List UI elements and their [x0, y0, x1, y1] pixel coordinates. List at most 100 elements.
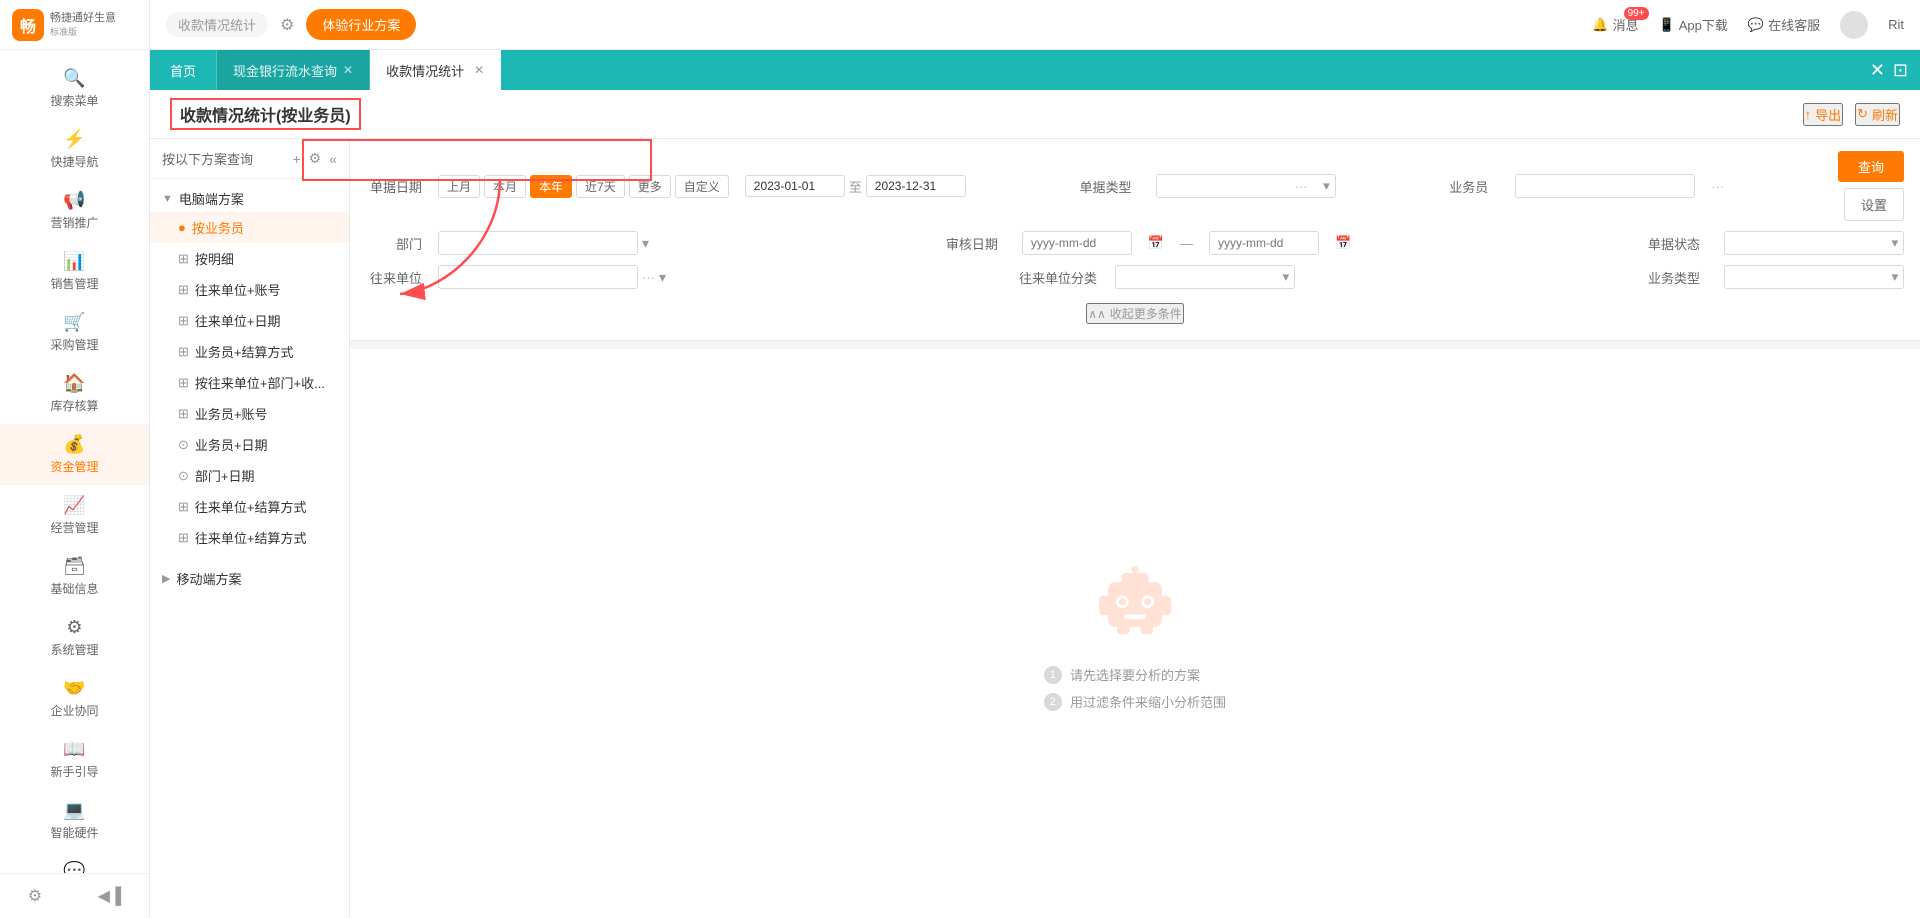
- settings-footer-icon[interactable]: ⚙: [28, 886, 42, 906]
- review-date-from-input[interactable]: [1022, 231, 1132, 255]
- add-scheme-button[interactable]: +: [292, 151, 300, 167]
- counterpart-dropdown-icon[interactable]: ▾: [659, 269, 666, 286]
- scheme-salesperson-settlement[interactable]: ⊞ 业务员+结算方式: [150, 336, 349, 367]
- header-gear-icon[interactable]: ⚙: [280, 15, 294, 35]
- voucher-type-select-wrap: ▾ ···: [1156, 174, 1336, 198]
- tab-home[interactable]: 首页: [150, 50, 217, 90]
- date-btn-this-year[interactable]: 本年: [530, 175, 572, 198]
- tab-collections-close[interactable]: ✕: [474, 63, 484, 77]
- app-download-button[interactable]: 📱 App下载: [1659, 15, 1728, 34]
- export-label: 导出: [1815, 105, 1841, 124]
- voucher-status-label: 单据状态: [1648, 234, 1708, 253]
- sidebar-item-marketing[interactable]: 📢 营销推广: [0, 180, 149, 241]
- date-btn-custom[interactable]: 自定义: [675, 175, 729, 198]
- scheme-dept-date[interactable]: ⊙ 部门+日期: [150, 460, 349, 491]
- counterpart-input[interactable]: [438, 265, 638, 289]
- tip-num-1: 1: [1044, 666, 1062, 684]
- empty-robot-icon: [1090, 555, 1180, 645]
- page-actions: ↑ 导出 ↻ 刷新: [1803, 103, 1900, 126]
- date-btn-7days[interactable]: 近7天: [576, 175, 625, 198]
- setting-button[interactable]: 设置: [1844, 188, 1904, 221]
- business-type-select[interactable]: [1724, 265, 1904, 289]
- sidebar-item-guide[interactable]: 📖 新手引导: [0, 729, 149, 790]
- detail-scheme-icon: ⊞: [178, 251, 189, 267]
- scheme-by-detail[interactable]: ⊞ 按明细: [150, 243, 349, 274]
- setting-scheme-button[interactable]: ⚙: [309, 150, 322, 167]
- sidebar-item-system[interactable]: ⚙ 系统管理: [0, 607, 149, 668]
- scheme-by-salesperson[interactable]: ● 按业务员: [150, 212, 349, 243]
- scheme-counterpart-settlement2[interactable]: ⊞ 往来单位+结算方式: [150, 522, 349, 553]
- counterpart-dept-icon: ⊞: [178, 375, 189, 391]
- calendar-to-icon[interactable]: 📅: [1335, 235, 1351, 251]
- collapse-footer-icon[interactable]: ◀▐: [98, 886, 122, 906]
- content-area: 按以下方案查询 + ⚙ « ▼ 电脑端方案 ●: [150, 139, 1920, 918]
- marketing-icon: 📢: [63, 190, 85, 211]
- sidebar-item-wechat[interactable]: 💬 企业微信: [0, 851, 149, 873]
- date-to-input[interactable]: [866, 175, 966, 197]
- counterpart-date-label: 往来单位+日期: [195, 311, 281, 330]
- scheme-salesperson-date[interactable]: ⊙ 业务员+日期: [150, 429, 349, 460]
- dept-date-label: 部门+日期: [195, 466, 255, 485]
- export-button[interactable]: ↑ 导出: [1803, 103, 1844, 126]
- counterpart-category-select-wrap: ▾: [1115, 265, 1295, 289]
- tab-cash-flow-label: 现金银行流水查询: [233, 61, 337, 80]
- trial-button[interactable]: 体验行业方案: [306, 9, 416, 40]
- date-btn-last-month[interactable]: 上月: [438, 175, 480, 198]
- salesperson-account-label: 业务员+账号: [195, 404, 268, 423]
- counterpart-dots-icon[interactable]: ···: [642, 270, 655, 285]
- tab-collections[interactable]: 收款情况统计 ✕: [370, 50, 501, 90]
- sidebar-item-basic[interactable]: 🗃 基础信息: [0, 546, 149, 607]
- collapse-button[interactable]: ∧∧ 收起更多条件: [1086, 303, 1184, 324]
- sidebar-item-purchase[interactable]: 🛒 采购管理: [0, 302, 149, 363]
- collapse-row: ∧∧ 收起更多条件: [366, 299, 1904, 328]
- scheme-counterpart-settlement1[interactable]: ⊞ 往来单位+结算方式: [150, 491, 349, 522]
- detail-scheme-label: 按明细: [195, 249, 234, 268]
- sidebar-item-sales[interactable]: 📊 销售管理: [0, 241, 149, 302]
- tab-cash-flow[interactable]: 现金银行流水查询 ✕: [217, 50, 370, 90]
- refresh-button[interactable]: ↻ 刷新: [1855, 103, 1900, 126]
- date-from-input[interactable]: [745, 175, 845, 197]
- mobile-section: ▶ 移动端方案: [150, 559, 349, 598]
- dept-label: 部门: [366, 234, 422, 253]
- scheme-by-counterpart-dept[interactable]: ⊞ 按往来单位+部门+收...: [150, 367, 349, 398]
- sidebar-item-hardware[interactable]: 💻 智能硬件: [0, 790, 149, 851]
- review-date-to-input[interactable]: [1209, 231, 1319, 255]
- counterpart-category-select[interactable]: [1115, 265, 1295, 289]
- desktop-section-header[interactable]: ▼ 电脑端方案: [150, 185, 349, 212]
- sidebar-item-search[interactable]: 🔍 搜索菜单: [0, 58, 149, 119]
- desktop-section-label: 电脑端方案: [179, 189, 244, 208]
- salesperson-dots-icon[interactable]: ···: [1711, 179, 1724, 194]
- salesperson-input[interactable]: [1515, 174, 1695, 198]
- sidebar-item-funds[interactable]: 💰 资金管理: [0, 424, 149, 485]
- date-btn-this-month[interactable]: 本月: [484, 175, 526, 198]
- sidebar-item-collab[interactable]: 🤝 企业协同: [0, 668, 149, 729]
- voucher-type-select[interactable]: [1156, 174, 1336, 198]
- collapse-panel-button[interactable]: «: [329, 151, 337, 167]
- inventory-icon: 🏠: [63, 373, 85, 394]
- tab-bar: 首页 现金银行流水查询 ✕ 收款情况统计 ✕ ✕ ⊡: [150, 50, 1920, 90]
- sidebar-item-operations[interactable]: 📈 经营管理: [0, 485, 149, 546]
- basic-icon: 🗃: [63, 556, 86, 577]
- counterpart-date-icon: ⊞: [178, 313, 189, 329]
- tab-minimize-icon[interactable]: ✕: [1870, 60, 1885, 81]
- tab-cash-flow-close[interactable]: ✕: [343, 63, 353, 77]
- online-service-button[interactable]: 💬 在线客服: [1748, 15, 1820, 34]
- sidebar-item-inventory[interactable]: 🏠 库存核算: [0, 363, 149, 424]
- date-btn-more[interactable]: 更多: [629, 175, 671, 198]
- tab-maximize-icon[interactable]: ⊡: [1893, 60, 1908, 81]
- scheme-salesperson-account[interactable]: ⊞ 业务员+账号: [150, 398, 349, 429]
- dept-input[interactable]: [438, 231, 638, 255]
- user-avatar[interactable]: [1840, 11, 1868, 39]
- mobile-section-header[interactable]: ▶ 移动端方案: [150, 565, 349, 592]
- sidebar-footer: ⚙ ◀▐: [0, 873, 149, 918]
- query-button[interactable]: 查询: [1838, 151, 1904, 182]
- counterpart-account-icon: ⊞: [178, 282, 189, 298]
- calendar-from-icon[interactable]: 📅: [1148, 235, 1164, 251]
- message-button[interactable]: 🔔 消息 99+: [1592, 15, 1638, 34]
- scheme-counterpart-account[interactable]: ⊞ 往来单位+账号: [150, 274, 349, 305]
- voucher-status-select[interactable]: [1724, 231, 1904, 255]
- operations-icon: 📈: [63, 495, 85, 516]
- dept-dropdown-icon[interactable]: ▾: [642, 235, 649, 252]
- sidebar-item-quicknav[interactable]: ⚡ 快捷导航: [0, 119, 149, 180]
- scheme-counterpart-date[interactable]: ⊞ 往来单位+日期: [150, 305, 349, 336]
